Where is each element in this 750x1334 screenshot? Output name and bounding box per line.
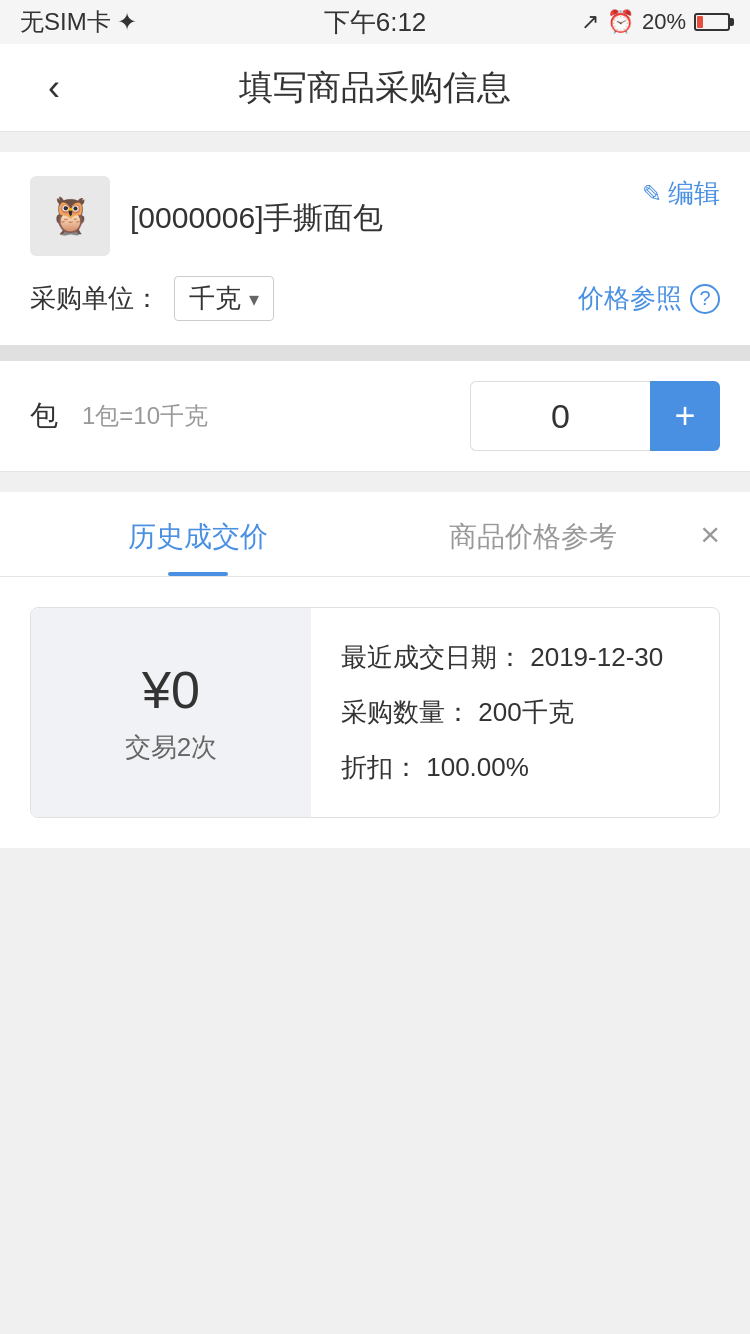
unit-label: 采购单位：: [30, 283, 160, 313]
price-ref-help-icon: ?: [690, 284, 720, 314]
unit-left: 采购单位： 千克 ▾: [30, 276, 274, 321]
tabs-header: 历史成交价 商品价格参考 ×: [0, 492, 750, 577]
product-card: 🦉 [0000006]手撕面包 ✎ 编辑 采购单位： 千克 ▾ 价格参照 ?: [0, 152, 750, 345]
edit-button[interactable]: ✎ 编辑: [642, 176, 720, 211]
alarm-icon: ⏰: [607, 9, 634, 35]
nav-bar: ‹ 填写商品采购信息: [0, 44, 750, 132]
status-time: 下午6:12: [324, 5, 427, 40]
price-ref-label: 价格参照: [578, 281, 682, 316]
product-thumbnail: 🦉: [30, 176, 110, 256]
unit-dropdown-arrow-icon: ▾: [249, 287, 259, 311]
quantity-plus-button[interactable]: +: [650, 381, 720, 451]
discount-label: 折扣：: [341, 752, 419, 782]
tab-history-price[interactable]: 历史成交价: [30, 492, 365, 576]
unit-value: 千克: [189, 281, 241, 316]
discount-row: 折扣： 100.00%: [341, 748, 689, 787]
purchase-qty-row: 采购数量： 200千克: [341, 693, 689, 732]
price-ref-button[interactable]: 价格参照 ?: [578, 281, 720, 316]
product-name: [0000006]手撕面包: [130, 194, 383, 239]
tabs-section: 历史成交价 商品价格参考 × ¥0 交易2次 最近成交日期： 2019-12-3…: [0, 492, 750, 848]
recent-date-row: 最近成交日期： 2019-12-30: [341, 638, 689, 677]
nav-icon: ↗: [581, 9, 599, 35]
tab-price-reference[interactable]: 商品价格参考: [365, 492, 700, 576]
discount-value: 100.00%: [426, 752, 529, 782]
edit-icon: ✎: [642, 180, 662, 208]
tab-content-history: ¥0 交易2次 最近成交日期： 2019-12-30 采购数量： 200千克 折…: [0, 577, 750, 848]
section-divider: [0, 345, 750, 361]
status-left: 无SIM卡 ✦: [20, 6, 137, 38]
page-title: 填写商品采购信息: [239, 65, 511, 111]
back-button[interactable]: ‹: [24, 58, 84, 118]
card-details: 最近成交日期： 2019-12-30 采购数量： 200千克 折扣： 100.0…: [311, 608, 719, 817]
battery-percent: 20%: [642, 9, 686, 35]
carrier-text: 无SIM卡 ✦: [20, 6, 137, 38]
trade-count: 交易2次: [125, 730, 217, 765]
transaction-price: ¥0: [142, 660, 200, 720]
quantity-input[interactable]: [470, 381, 650, 451]
edit-label: 编辑: [668, 176, 720, 211]
recent-date-label: 最近成交日期：: [341, 642, 523, 672]
product-header: 🦉 [0000006]手撕面包 ✎ 编辑: [30, 176, 720, 256]
product-info-left: 🦉 [0000006]手撕面包: [30, 176, 383, 256]
quantity-unit-badge: 包: [30, 397, 58, 435]
recent-date-value: 2019-12-30: [530, 642, 663, 672]
transaction-card: ¥0 交易2次 最近成交日期： 2019-12-30 采购数量： 200千克 折…: [30, 607, 720, 818]
battery-icon: [694, 13, 730, 31]
purchase-qty-value: 200千克: [478, 697, 573, 727]
bottom-area: [0, 848, 750, 1334]
unit-select[interactable]: 千克 ▾: [174, 276, 274, 321]
purchase-qty-label: 采购数量：: [341, 697, 471, 727]
product-logo-icon: 🦉: [48, 195, 93, 237]
status-bar: 无SIM卡 ✦ 下午6:12 ↗ ⏰ 20%: [0, 0, 750, 44]
quantity-unit-equiv: 1包=10千克: [82, 400, 208, 432]
quantity-input-wrapper: +: [470, 381, 720, 451]
status-right: ↗ ⏰ 20%: [581, 9, 730, 35]
tab-close-button[interactable]: ×: [700, 495, 720, 574]
product-unit-row: 采购单位： 千克 ▾ 价格参照 ?: [30, 276, 720, 321]
quantity-row: 包 1包=10千克 +: [0, 361, 750, 472]
card-price-summary: ¥0 交易2次: [31, 608, 311, 817]
